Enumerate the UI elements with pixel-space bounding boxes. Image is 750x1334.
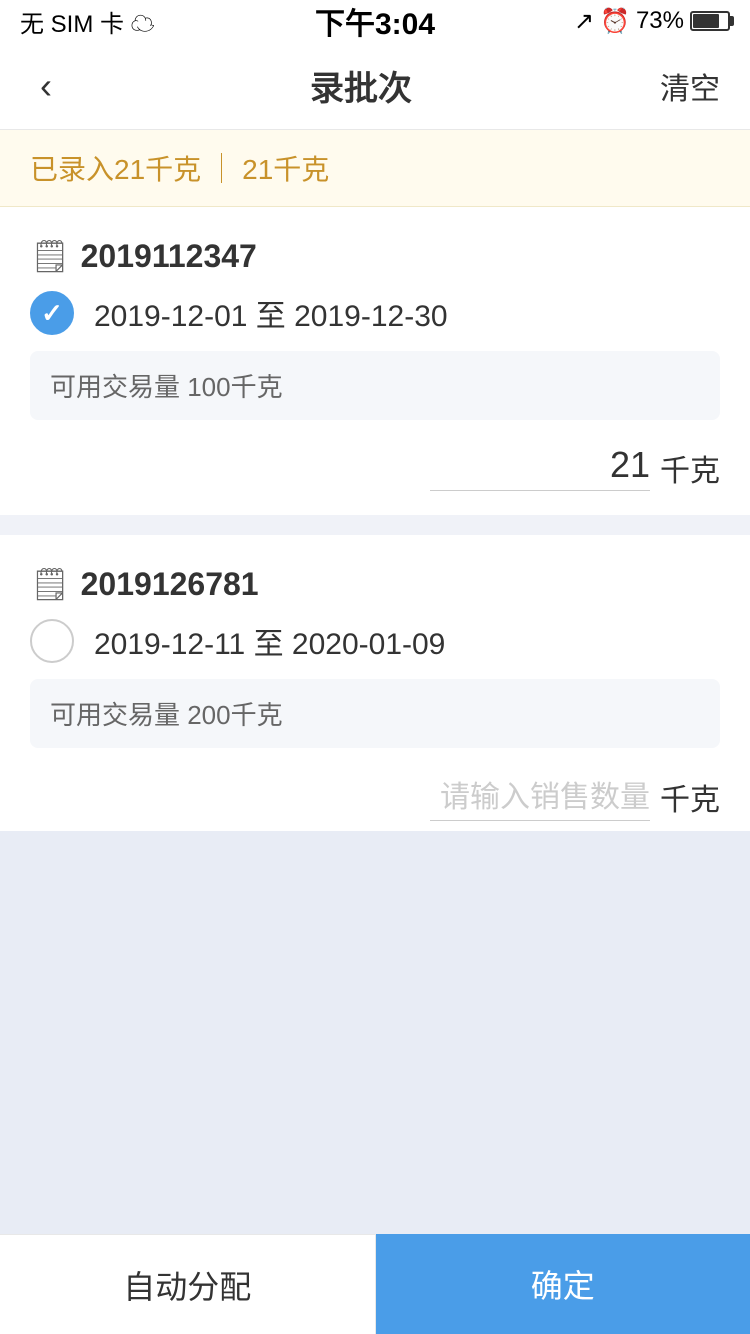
bottom-bar: 自动分配 确定	[0, 1234, 750, 1334]
batch2-available-row: 可用交易量 200千克	[30, 679, 720, 748]
status-bar: 无 SIM 卡 ☁ 下午3:04 ↗ ⏰ 73%	[0, 0, 750, 42]
recorded-amount: 已录入21千克	[30, 148, 201, 188]
batch2-id: 2019126781	[81, 566, 259, 603]
batch1-available-row: 可用交易量 100千克	[30, 351, 720, 420]
batch2-quantity-row: 请输入销售数量 千克	[0, 748, 750, 831]
batch2-id-row: 🗒 2019126781	[30, 565, 720, 603]
nav-bar: ‹ 录批次 清空	[0, 42, 750, 130]
batch2-radio[interactable]	[30, 619, 74, 663]
batch2-date-row[interactable]: 2019-12-11 至 2020-01-09	[30, 619, 720, 663]
batch1-id: 2019112347	[81, 238, 257, 275]
batch2-date: 2019-12-11 至 2020-01-09	[94, 619, 445, 663]
batch1-quantity-row: 21 千克	[0, 420, 750, 515]
info-banner: 已录入21千克 21千克	[0, 130, 750, 207]
page-title: 录批次	[310, 61, 412, 110]
batch2-quantity-placeholder[interactable]: 请输入销售数量	[440, 772, 650, 816]
batch2-available: 可用交易量 200千克	[50, 700, 283, 730]
batch1-radio[interactable]	[30, 291, 74, 335]
total-amount: 21千克	[242, 148, 329, 188]
battery-icon	[690, 11, 730, 31]
batch1-icon: 🗒	[30, 237, 71, 275]
batch2-unit: 千克	[660, 775, 720, 819]
batch2-icon: 🗒	[30, 565, 71, 603]
alarm-icon: ⏰	[600, 7, 630, 36]
batch1-available: 可用交易量 100千克	[50, 372, 283, 402]
info-divider	[221, 153, 222, 183]
status-right: ↗ ⏰ 73%	[574, 7, 730, 36]
status-left: 无 SIM 卡 ☁	[20, 4, 155, 39]
batch1-card: 🗒 2019112347 2019-12-01 至 2019-12-30 可用交…	[0, 207, 750, 420]
confirm-button[interactable]: 确定	[376, 1234, 750, 1334]
batch1-quantity-underline: 21	[430, 444, 650, 491]
batch2-quantity-underline: 请输入销售数量	[430, 772, 650, 821]
clear-button[interactable]: 清空	[660, 64, 720, 108]
back-button[interactable]: ‹	[30, 55, 62, 117]
auto-distribute-button[interactable]: 自动分配	[0, 1234, 376, 1334]
batch1-id-row: 🗒 2019112347	[30, 237, 720, 275]
batch2-card: 🗒 2019126781 2019-12-11 至 2020-01-09 可用交…	[0, 535, 750, 748]
status-time: 下午3:04	[315, 0, 435, 43]
batch1-quantity-value[interactable]: 21	[570, 444, 650, 486]
section-divider-1	[0, 515, 750, 535]
batch1-date-row[interactable]: 2019-12-01 至 2019-12-30	[30, 291, 720, 335]
sim-label: 无 SIM 卡 ☁	[20, 4, 155, 39]
batch1-date: 2019-12-01 至 2019-12-30	[94, 291, 448, 335]
batch1-unit: 千克	[660, 446, 720, 490]
location-icon: ↗	[574, 7, 594, 36]
empty-area	[0, 831, 750, 1291]
battery-percent: 73%	[636, 7, 684, 35]
